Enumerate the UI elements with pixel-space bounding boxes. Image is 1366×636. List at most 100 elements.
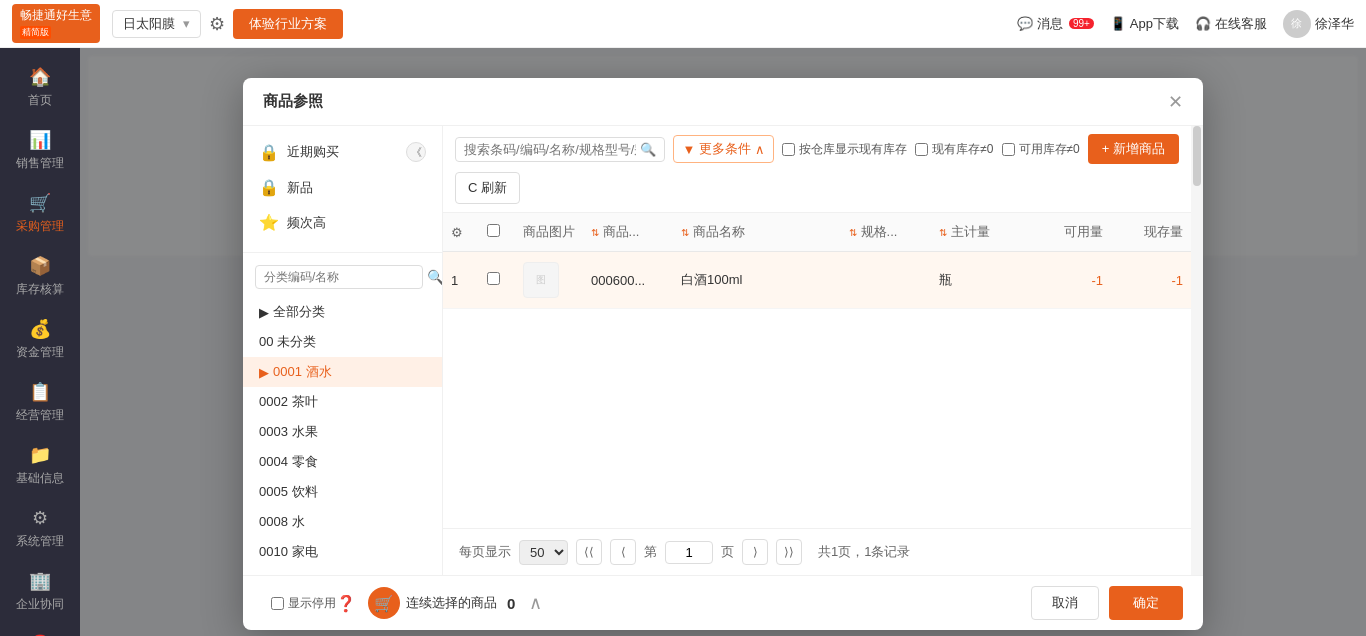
checkbox-select-all[interactable]: [487, 224, 500, 237]
modal-header: 商品参照 ✕: [243, 78, 1203, 126]
page-next-button[interactable]: ⟩: [742, 539, 768, 565]
page-label-unit: 页: [721, 543, 734, 561]
confirm-button[interactable]: 确定: [1109, 586, 1183, 620]
modal-body: 🔒 近期购买 《 🔒 新品 ⭐ 频次高: [243, 126, 1203, 575]
nav-label-frequent: 频次高: [287, 214, 326, 232]
gear-icon[interactable]: ⚙: [209, 13, 225, 35]
sales-icon: 📊: [29, 129, 51, 151]
category-00[interactable]: 00 未分类: [243, 327, 442, 357]
sidebar-item-business[interactable]: 📋 经营管理: [0, 371, 80, 434]
store-arrow-icon: ▾: [183, 16, 190, 31]
sidebar-item-purchase[interactable]: 🛒 采购管理: [0, 182, 80, 245]
page-input[interactable]: [665, 541, 713, 564]
cart-area[interactable]: 🛒 连续选择的商品 0 ∧: [368, 587, 542, 619]
app-download-button[interactable]: 📱 App下载: [1110, 15, 1179, 33]
per-page-select[interactable]: 50: [519, 540, 568, 565]
checkbox-display-disabled[interactable]: [271, 597, 284, 610]
cancel-button[interactable]: 取消: [1031, 586, 1099, 620]
category-all[interactable]: ▶ 全部分类: [243, 297, 442, 327]
th-spec[interactable]: ⇅ 规格...: [841, 213, 931, 252]
category-0008[interactable]: 0008 水: [243, 507, 442, 537]
checkbox-row-1[interactable]: [487, 272, 500, 285]
th-check[interactable]: [479, 213, 515, 252]
checkbox-warehouse-label[interactable]: 按仓库显示现有库存: [782, 141, 907, 158]
category-search-input[interactable]: [255, 265, 423, 289]
product-thumbnail: 图: [523, 262, 559, 298]
message-button[interactable]: 💬 消息 99+: [1017, 15, 1094, 33]
online-service-button[interactable]: 🎧 在线客服: [1195, 15, 1267, 33]
row-img: 图: [515, 252, 583, 309]
sidebar: 🏠 首页 📊 销售管理 🛒 采购管理 📦 库存核算 💰 资金管理 📋 经营管理 …: [0, 48, 80, 636]
sidebar-item-finance[interactable]: 💰 资金管理: [0, 308, 80, 371]
category-label-0010: 0010 家电: [259, 543, 318, 561]
nav-item-new[interactable]: 🔒 新品: [243, 170, 442, 205]
page-label-current: 第: [644, 543, 657, 561]
th-unit[interactable]: ⇅ 主计量: [931, 213, 1011, 252]
sidebar-label-basic: 基础信息: [16, 470, 64, 487]
page-last-button[interactable]: ⟩⟩: [776, 539, 802, 565]
category-label-0008: 0008 水: [259, 513, 305, 531]
store-selector[interactable]: 日太阳膜 ▾: [112, 10, 201, 38]
sidebar-item-basic[interactable]: 📁 基础信息: [0, 434, 80, 497]
page-first-button[interactable]: ⟨⟨: [576, 539, 602, 565]
scrollbar-thumb[interactable]: [1193, 126, 1201, 186]
checkbox-warehouse[interactable]: [782, 143, 795, 156]
help-icon[interactable]: ❓: [336, 594, 356, 613]
collapse-left-icon[interactable]: 《: [406, 142, 426, 162]
scrollbar-track[interactable]: [1191, 126, 1203, 575]
display-disabled-label[interactable]: 显示停用: [271, 595, 336, 612]
home-icon: 🏠: [29, 66, 51, 88]
th-name[interactable]: ⇅ 商品名称: [673, 213, 841, 252]
sidebar-item-guide[interactable]: 🎯 新手引导: [0, 623, 80, 636]
search-icon[interactable]: 🔍: [640, 142, 656, 157]
sort-icon-spec: ⇅: [849, 227, 857, 238]
close-icon[interactable]: ✕: [1168, 93, 1183, 111]
category-0004[interactable]: 0004 零食: [243, 447, 442, 477]
trial-button[interactable]: 体验行业方案: [233, 9, 343, 39]
category-0002[interactable]: 0002 茶叶: [243, 387, 442, 417]
checkbox-warehouse-text: 按仓库显示现有库存: [799, 141, 907, 158]
nav-item-recent[interactable]: 🔒 近期购买 《: [243, 134, 442, 170]
search-icon-small[interactable]: 🔍: [427, 269, 443, 285]
page-total-info: 共1页，1条记录: [818, 543, 910, 561]
product-search-input[interactable]: [464, 142, 636, 157]
category-0003[interactable]: 0003 水果: [243, 417, 442, 447]
th-code[interactable]: ⇅ 商品...: [583, 213, 673, 252]
category-0010[interactable]: 0010 家电: [243, 537, 442, 567]
category-0001[interactable]: ▶ 0001 酒水: [243, 357, 442, 387]
sidebar-item-system[interactable]: ⚙ 系统管理: [0, 497, 80, 560]
page-prev-button[interactable]: ⟨: [610, 539, 636, 565]
nav-label-recent: 近期购买: [287, 143, 339, 161]
category-arrow-0001: ▶: [259, 365, 269, 380]
user-name: 徐泽华: [1315, 15, 1354, 33]
table-row[interactable]: 1 图 000600... 白酒100ml 瓶: [443, 252, 1191, 309]
row-check[interactable]: [479, 252, 515, 309]
filter-label: 更多条件: [699, 140, 751, 158]
refresh-button[interactable]: C 刷新: [455, 172, 520, 204]
category-0005[interactable]: 0005 饮料: [243, 477, 442, 507]
star-icon: ⭐: [259, 213, 279, 232]
checkbox-avail-ne0-label[interactable]: 可用库存≠0: [1002, 141, 1080, 158]
sidebar-item-sales[interactable]: 📊 销售管理: [0, 119, 80, 182]
avatar: 徐: [1283, 10, 1311, 38]
right-panel: 🔍 ▼ 更多条件 ∧ 按仓库显示现有库存: [443, 126, 1191, 575]
nav-item-frequent[interactable]: ⭐ 频次高: [243, 205, 442, 240]
category-tree: ▶ 全部分类 00 未分类 ▶ 0001 酒水 0002 茶: [243, 297, 442, 575]
filter-button[interactable]: ▼ 更多条件 ∧: [673, 135, 774, 163]
user-profile[interactable]: 徐 徐泽华: [1283, 10, 1354, 38]
th-settings[interactable]: ⚙: [443, 213, 479, 252]
sidebar-label-system: 系统管理: [16, 533, 64, 550]
sidebar-item-collab[interactable]: 🏢 企业协同: [0, 560, 80, 623]
logo-badge: 精简版: [20, 26, 51, 39]
message-icon: 💬: [1017, 16, 1033, 31]
checkbox-stock-ne0-label[interactable]: 现有库存≠0: [915, 141, 993, 158]
sidebar-item-home[interactable]: 🏠 首页: [0, 56, 80, 119]
checkbox-stock-ne0[interactable]: [915, 143, 928, 156]
category-label-0001: 0001 酒水: [273, 363, 332, 381]
left-panel: 🔒 近期购买 《 🔒 新品 ⭐ 频次高: [243, 126, 443, 575]
checkbox-avail-ne0[interactable]: [1002, 143, 1015, 156]
footer-collapse-icon[interactable]: ∧: [529, 592, 542, 614]
sort-icon-unit: ⇅: [939, 227, 947, 238]
add-product-button[interactable]: + 新增商品: [1088, 134, 1179, 164]
sidebar-item-inventory[interactable]: 📦 库存核算: [0, 245, 80, 308]
